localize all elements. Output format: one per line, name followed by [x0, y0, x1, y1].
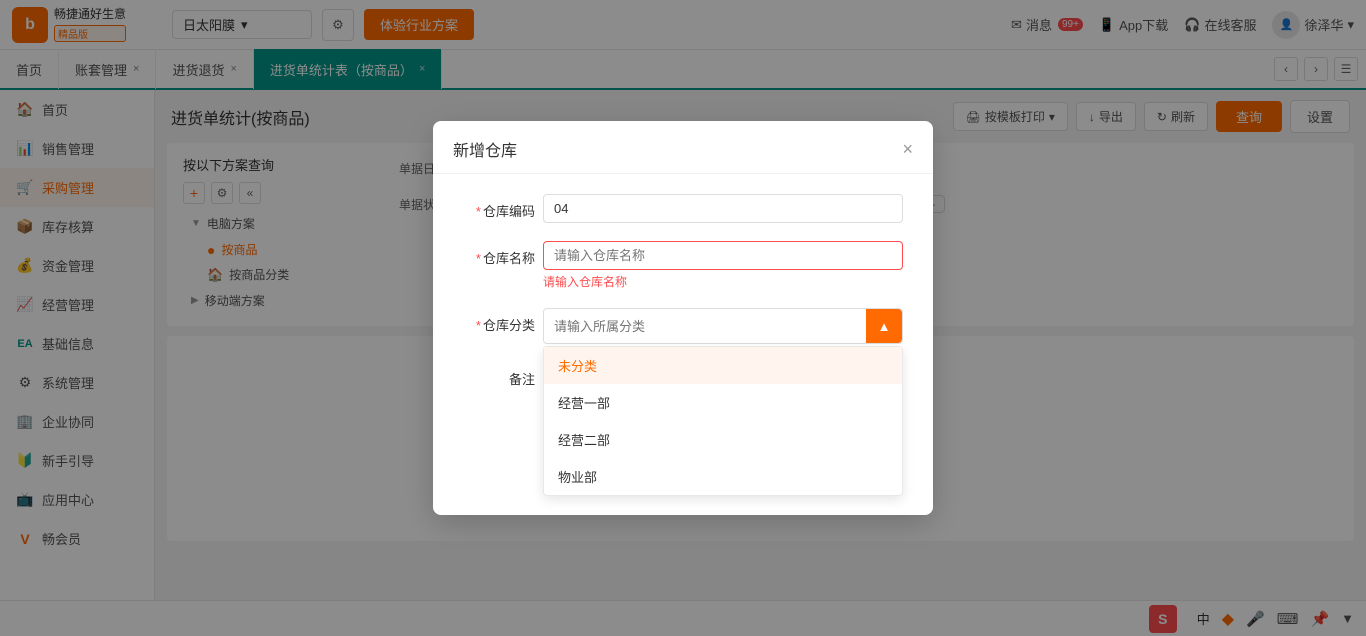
modal-body: *仓库编码 *仓库名称 请输入仓库名称 *仓库分类 — [433, 174, 933, 460]
category-wrapper: ▲ 未分类 经营一部 经营二部 — [543, 308, 903, 344]
category-input-wrap: ▲ — [543, 308, 903, 344]
code-input[interactable] — [543, 194, 903, 223]
note-label: 备注 — [463, 362, 543, 388]
code-field-row: *仓库编码 — [463, 194, 903, 223]
modal-title: 新增仓库 — [453, 137, 517, 161]
add-warehouse-modal: 新增仓库 × *仓库编码 *仓库名称 请输入仓库名称 — [433, 121, 933, 515]
dropdown-item-dept1[interactable]: 经营一部 — [544, 384, 902, 421]
dept1-label: 经营一部 — [558, 396, 610, 411]
uncategorized-label: 未分类 — [558, 359, 597, 374]
dept3-label: 物业部 — [558, 470, 597, 485]
modal-header: 新增仓库 × — [433, 121, 933, 174]
dept2-label: 经营二部 — [558, 433, 610, 448]
dropdown-item-uncategorized[interactable]: 未分类 — [544, 347, 902, 384]
modal-overlay: 新增仓库 × *仓库编码 *仓库名称 请输入仓库名称 — [0, 0, 1366, 636]
name-error-msg: 请输入仓库名称 — [543, 273, 903, 290]
chevron-up-icon: ▲ — [878, 319, 891, 334]
name-field-wrapper: 请输入仓库名称 — [543, 241, 903, 290]
category-label: *仓库分类 — [463, 308, 543, 334]
name-label: *仓库名称 — [463, 241, 543, 267]
name-field-row: *仓库名称 请输入仓库名称 — [463, 241, 903, 290]
modal-close-button[interactable]: × — [902, 140, 913, 158]
category-toggle-button[interactable]: ▲ — [866, 309, 902, 343]
category-field-row: *仓库分类 ▲ 未分类 经营一部 — [463, 308, 903, 344]
dropdown-item-dept3[interactable]: 物业部 — [544, 458, 902, 495]
dropdown-item-dept2[interactable]: 经营二部 — [544, 421, 902, 458]
category-dropdown: 未分类 经营一部 经营二部 物业部 — [543, 346, 903, 496]
category-input[interactable] — [544, 313, 866, 340]
name-input[interactable] — [543, 241, 903, 270]
code-label: *仓库编码 — [463, 194, 543, 220]
